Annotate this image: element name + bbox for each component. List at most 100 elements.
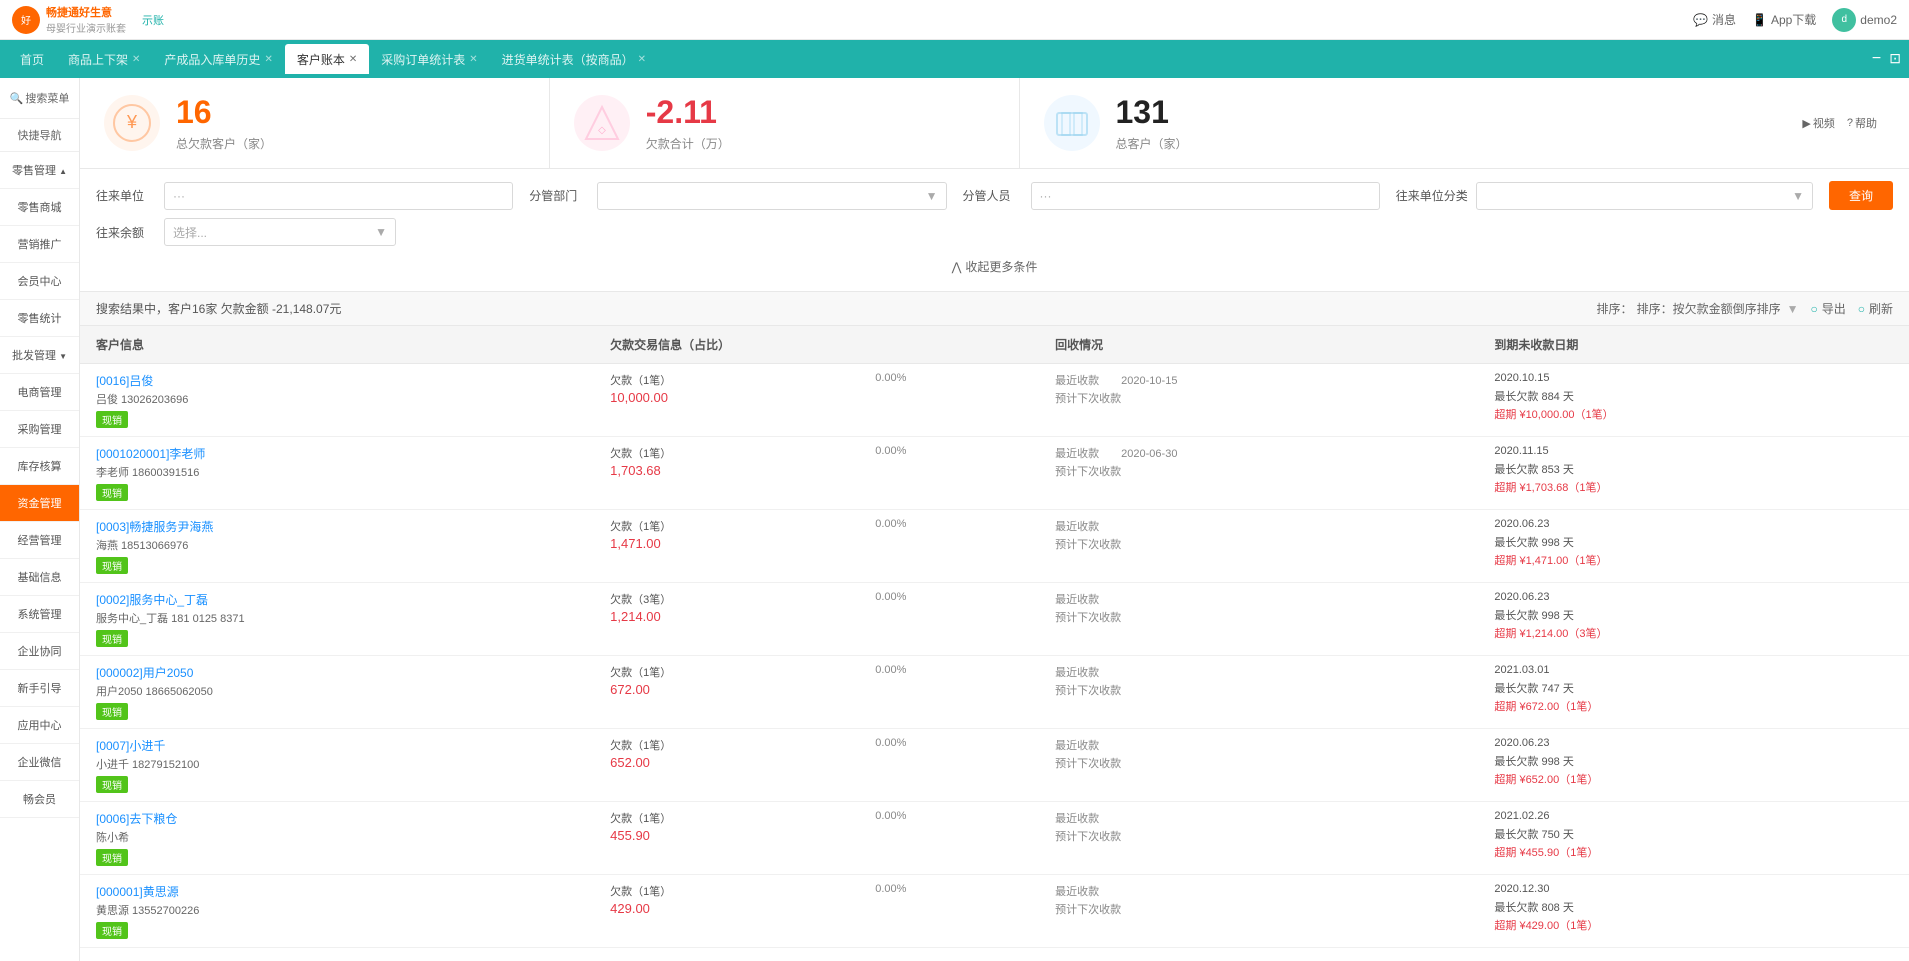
overdue-days-7: 最长欠款 808 天 [1494, 899, 1893, 915]
overdue-amount-1[interactable]: 超期 ¥1,703.68（1笔） [1494, 479, 1893, 495]
sidebar-item-purchase[interactable]: 采购管理 [0, 411, 79, 448]
table-row: [0007]小进千 小进千 18279152100 现销 欠款（1笔） 652.… [80, 729, 1909, 802]
overdue-amount-3[interactable]: 超期 ¥1,214.00（3笔） [1494, 625, 1893, 641]
unit-category-select[interactable]: ▼ [1476, 182, 1813, 210]
tab-products-history[interactable]: 产成品入库单历史 ✕ [152, 44, 284, 74]
sidebar-item-member[interactable]: 会员中心 [0, 263, 79, 300]
cell-debt-info-0: 欠款（1笔） 10,000.00 [594, 364, 859, 437]
user-avatar[interactable]: d demo2 [1832, 8, 1897, 32]
cell-recovery-6: 最近收款 预计下次收款 [1039, 802, 1478, 875]
sidebar-item-marketing[interactable]: 营销推广 [0, 226, 79, 263]
manager-label: 分管人员 [963, 187, 1023, 204]
sidebar-item-enterprise[interactable]: 企业协同 [0, 633, 79, 670]
tab-products-off[interactable]: 商品上下架 ✕ [56, 44, 152, 74]
debt-amount-4[interactable]: 672.00 [610, 682, 843, 697]
latest-payment-5: 最近收款 [1055, 737, 1462, 753]
dept-select[interactable]: ▼ [597, 182, 946, 210]
debt-amount-0[interactable]: 10,000.00 [610, 390, 843, 405]
overdue-amount-7[interactable]: 超期 ¥429.00（1笔） [1494, 917, 1893, 933]
debt-amount-2[interactable]: 1,471.00 [610, 536, 843, 551]
maximize-tab-btn[interactable]: ⊡ [1889, 50, 1901, 68]
chevron-category-icon: ▼ [1792, 189, 1804, 203]
sidebar-item-retail-shop[interactable]: 零售商城 [0, 189, 79, 226]
customer-name-6[interactable]: [0006]去下粮仓 [96, 810, 578, 827]
total-customers-number: 131 [1116, 94, 1188, 131]
search-btn[interactable]: 查询 [1829, 181, 1893, 210]
overdue-date-5: 2020.06.23 [1494, 737, 1893, 749]
customer-name-2[interactable]: [0003]畅捷服务尹海燕 [96, 518, 578, 535]
close-tab-customer-account[interactable]: ✕ [349, 54, 357, 65]
message-btn[interactable]: 💬 消息 [1693, 11, 1736, 28]
debt-amount-6[interactable]: 455.90 [610, 828, 843, 843]
sort-select[interactable]: 排序： 排序：按欠款金额倒序排序 ▼ [1597, 300, 1799, 317]
balance-select[interactable]: 选择... ▼ [164, 218, 396, 246]
tab-purchase-order[interactable]: 采购订单统计表 ✕ [369, 44, 489, 74]
close-tab-products-history[interactable]: ✕ [264, 54, 272, 65]
video-btn[interactable]: ▶ 视频 [1802, 115, 1834, 131]
collapse-btn[interactable]: ⋀ 收起更多条件 [96, 254, 1893, 279]
sidebar-item-wechat[interactable]: 企业微信 [0, 744, 79, 781]
sidebar-item-member-plus[interactable]: 畅会员 [0, 781, 79, 818]
customer-name-3[interactable]: [0002]服务中心_丁磊 [96, 591, 578, 608]
latest-payment-0: 最近收款 2020-10-15 [1055, 372, 1462, 388]
sidebar-item-basic-info[interactable]: 基础信息 [0, 559, 79, 596]
main-layout: 🔍 搜索菜单 快捷导航 零售管理 ▲ 零售商城 营销推广 会员中心 零售统计 [0, 78, 1909, 961]
overdue-amount-0[interactable]: 超期 ¥10,000.00（1笔） [1494, 406, 1893, 422]
manager-input[interactable]: ··· [1031, 182, 1380, 210]
table-row: [0016]吕俊 吕俊 13026203696 现销 欠款（1笔） 10,000… [80, 364, 1909, 437]
cell-recovery-2: 最近收款 预计下次收款 [1039, 510, 1478, 583]
debt-amount-5[interactable]: 652.00 [610, 755, 843, 770]
origin-unit-input[interactable]: ··· [164, 182, 513, 210]
cell-debt-percent-4: 0.00% [859, 656, 1039, 729]
overdue-days-6: 最长欠款 750 天 [1494, 826, 1893, 842]
tab-purchase-stat[interactable]: 进货单统计表（按商品） ✕ [490, 44, 658, 74]
cell-customer-info-0: [0016]吕俊 吕俊 13026203696 现销 [80, 364, 594, 437]
sidebar-item-system[interactable]: 系统管理 [0, 596, 79, 633]
help-btn[interactable]: ? 帮助 [1847, 115, 1877, 131]
customer-name-0[interactable]: [0016]吕俊 [96, 372, 578, 389]
sidebar-item-inventory[interactable]: 库存核算 [0, 448, 79, 485]
tab-home[interactable]: 首页 [8, 44, 56, 74]
customer-name-4[interactable]: [000002]用户2050 [96, 664, 578, 681]
debt-percent-4: 0.00% [875, 664, 1023, 676]
minimize-tab-btn[interactable]: − [1872, 50, 1881, 68]
top-bar-right: 💬 消息 📱 App下载 d demo2 [1693, 8, 1897, 32]
close-tab-products-off[interactable]: ✕ [132, 54, 140, 65]
sidebar-item-batch[interactable]: 批发管理 ▼ [0, 337, 79, 374]
col-due-date: 到期未收款日期 [1478, 326, 1909, 364]
help-icon: ? [1847, 117, 1853, 129]
close-tab-purchase-order[interactable]: ✕ [469, 54, 477, 65]
debt-amount-1[interactable]: 1,703.68 [610, 463, 843, 478]
overdue-amount-6[interactable]: 超期 ¥455.90（1笔） [1494, 844, 1893, 860]
filter-area: 往来单位 ··· 分管部门 ▼ 分管人员 · [80, 169, 1909, 292]
sidebar-item-retail-stats[interactable]: 零售统计 [0, 300, 79, 337]
export-btn[interactable]: ○ 导出 [1810, 300, 1845, 317]
customer-name-5[interactable]: [0007]小进千 [96, 737, 578, 754]
customer-name-1[interactable]: [0001020001]李老师 [96, 445, 578, 462]
customer-name-7[interactable]: [000001]黄思源 [96, 883, 578, 900]
debt-amount-3[interactable]: 1,214.00 [610, 609, 843, 624]
svg-text:◇: ◇ [598, 125, 606, 136]
sidebar-item-retail[interactable]: 零售管理 ▲ [0, 152, 79, 189]
sidebar-item-operations[interactable]: 经营管理 [0, 522, 79, 559]
overdue-amount-2[interactable]: 超期 ¥1,471.00（1笔） [1494, 552, 1893, 568]
app-download-btn[interactable]: 📱 App下载 [1752, 11, 1816, 28]
refresh-icon: ○ [1858, 302, 1865, 316]
quick-nav-btn[interactable]: 快捷导航 [0, 119, 79, 152]
search-menu-btn[interactable]: 🔍 搜索菜单 [4, 86, 75, 110]
demo-link[interactable]: 示账 [142, 12, 164, 28]
latest-payment-6: 最近收款 [1055, 810, 1462, 826]
sidebar-item-app-center[interactable]: 应用中心 [0, 707, 79, 744]
debt-amount-7[interactable]: 429.00 [610, 901, 843, 916]
cell-due-date-6: 2021.02.26 最长欠款 750 天 超期 ¥455.90（1笔） [1478, 802, 1909, 875]
refresh-btn[interactable]: ○ 刷新 [1858, 300, 1893, 317]
overdue-amount-4[interactable]: 超期 ¥672.00（1笔） [1494, 698, 1893, 714]
sidebar-item-ecommerce[interactable]: 电商管理 [0, 374, 79, 411]
overdue-amount-5[interactable]: 超期 ¥652.00（1笔） [1494, 771, 1893, 787]
sidebar-item-finance[interactable]: 资金管理 [0, 485, 79, 522]
sidebar-item-guide[interactable]: 新手引导 [0, 670, 79, 707]
next-payment-4: 预计下次收款 [1055, 682, 1462, 698]
close-tab-purchase-stat[interactable]: ✕ [638, 54, 646, 65]
sidebar: 🔍 搜索菜单 快捷导航 零售管理 ▲ 零售商城 营销推广 会员中心 零售统计 [0, 78, 80, 961]
tab-customer-account[interactable]: 客户账本 ✕ [285, 44, 369, 74]
